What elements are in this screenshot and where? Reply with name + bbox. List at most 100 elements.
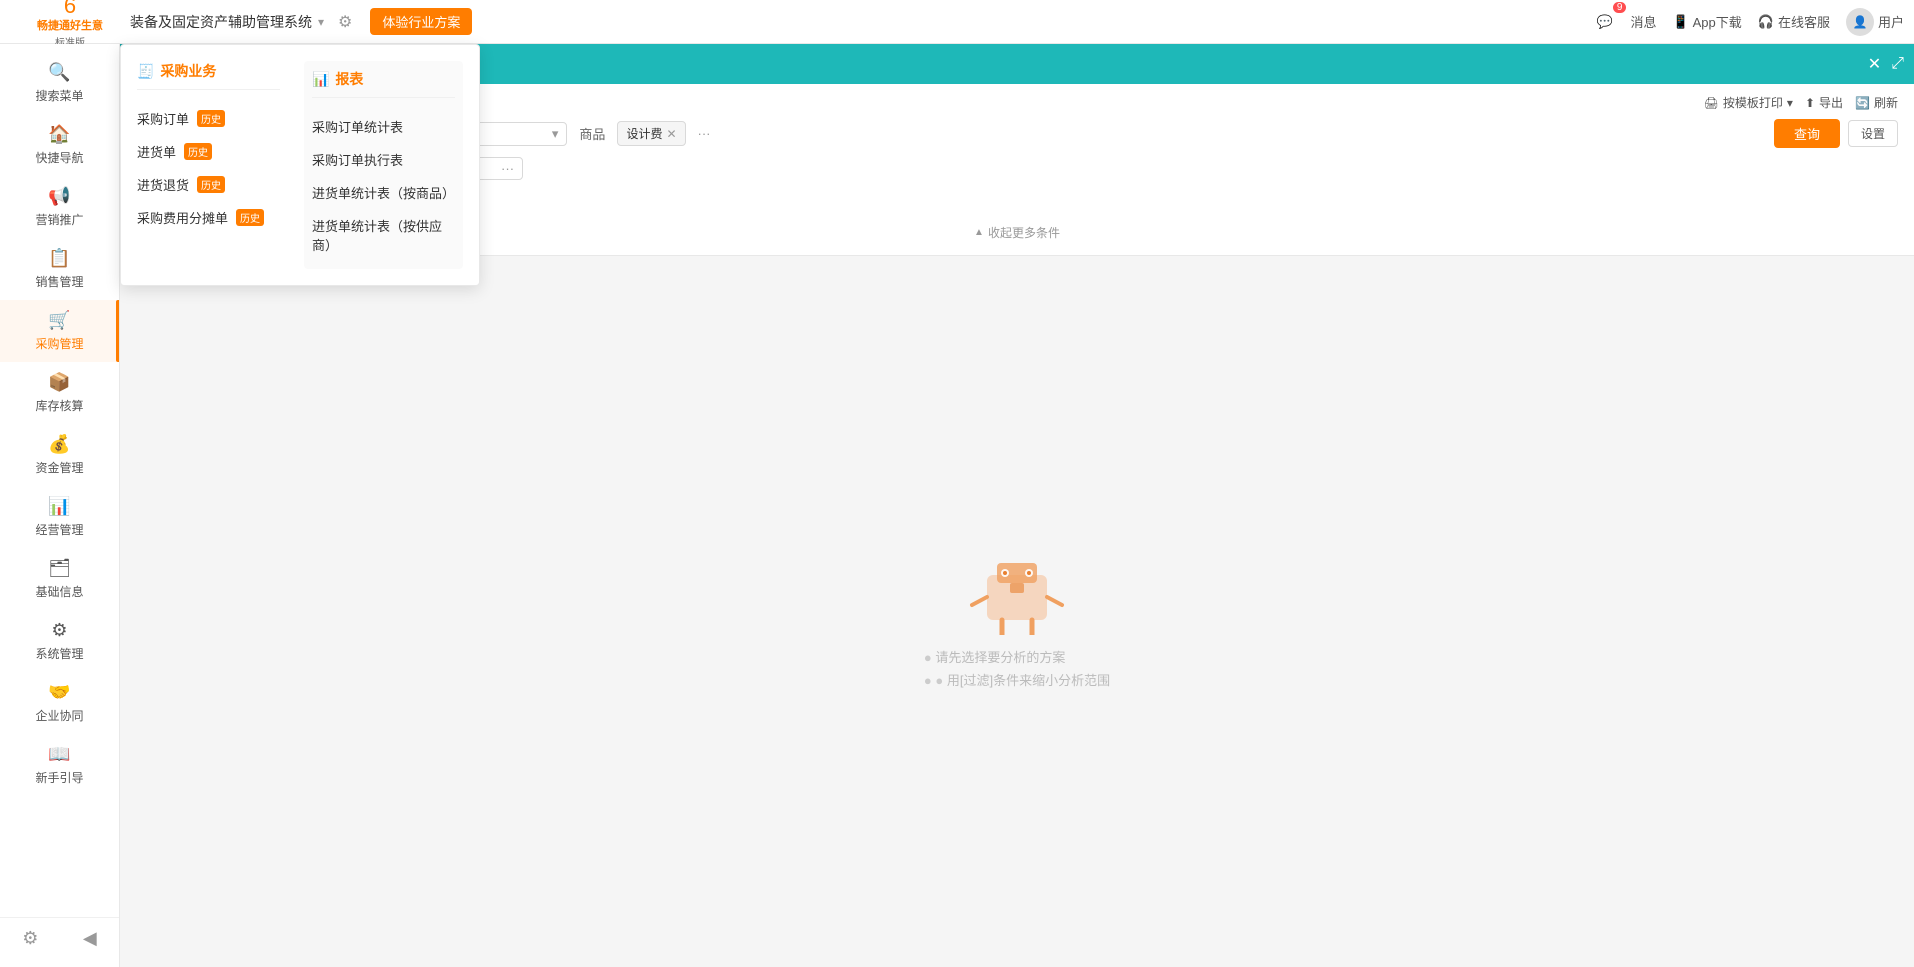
sales-icon: 📋 <box>48 248 70 269</box>
phone-icon: 📱 <box>1672 14 1688 30</box>
sidebar-item-guide[interactable]: 📖 新手引导 <box>0 734 119 796</box>
avatar: 👤 <box>1846 8 1874 36</box>
goods-more-dots[interactable]: ··· <box>698 126 711 141</box>
sidebar-item-quicknav[interactable]: 🏠 快捷导航 <box>0 114 119 176</box>
main-layout: 🔍 搜索菜单 🏠 快捷导航 📢 营销推广 📋 销售管理 🛒 采购管理 📦 库存核… <box>0 44 1914 967</box>
goods-tag-value: 设计费 <box>626 125 662 142</box>
menu-item-purchase-order[interactable]: 采购订单 历史 <box>137 102 280 135</box>
purchase-menu-title: 🧾 采购业务 <box>137 61 280 90</box>
salesperson-dots: ··· <box>501 161 514 176</box>
sidebar-item-system[interactable]: ⚙ 系统管理 <box>0 610 119 672</box>
refresh-label: 刷新 <box>1874 94 1898 111</box>
settings-bottom-icon[interactable]: ⚙ <box>22 928 38 949</box>
collapse-icon: ▲ <box>974 227 984 238</box>
logo-area: 6 畅捷通好生意 标准版 <box>10 0 130 49</box>
settings-btn[interactable]: 设置 <box>1848 120 1898 147</box>
menu-item-purchase-cost[interactable]: 采购费用分摊单 历史 <box>137 201 280 234</box>
message-badge: 9 <box>1613 2 1627 13</box>
tab-right-controls: ✕ ⤢ <box>1868 54 1914 74</box>
menu-label-inbound-stat-supplier: 进货单统计表（按供应商） <box>312 216 455 254</box>
menu-label-inbound-return: 进货退货 <box>137 175 189 194</box>
sidebar: 🔍 搜索菜单 🏠 快捷导航 📢 营销推广 📋 销售管理 🛒 采购管理 📦 库存核… <box>0 44 120 967</box>
inventory-icon: 📦 <box>48 372 70 393</box>
sidebar-item-finance[interactable]: 💰 资金管理 <box>0 424 119 486</box>
sidebar-label-quicknav: 快捷导航 <box>35 149 83 166</box>
goods-tag: 设计费 ✕ <box>617 121 685 146</box>
basicinfo-icon: 🗂 <box>48 558 71 579</box>
menu-label-inbound: 进货单 <box>137 142 176 161</box>
service-label: 在线客服 <box>1778 12 1830 31</box>
query-btn[interactable]: 查询 <box>1774 119 1840 148</box>
menu-item-purchase-order-exec[interactable]: 采购订单执行表 <box>312 143 455 176</box>
report-menu-title: 📊 报表 <box>312 69 455 98</box>
operations-icon: 📊 <box>48 496 70 517</box>
sidebar-item-sales[interactable]: 📋 销售管理 <box>0 238 119 300</box>
search-icon: 🔍 <box>48 62 70 83</box>
sidebar-label-search: 搜索菜单 <box>35 87 83 104</box>
headset-icon: 🎧 <box>1758 14 1774 30</box>
online-service-btn[interactable]: 🎧 在线客服 <box>1758 12 1830 31</box>
sidebar-item-search[interactable]: 🔍 搜索菜单 <box>0 52 119 114</box>
menu-label-purchase-order-stat: 采购订单统计表 <box>312 117 403 136</box>
message-btn[interactable]: 💬 9 消息 <box>1597 12 1657 31</box>
export-icon: ⬆ <box>1805 96 1815 110</box>
system-icon: ⚙ <box>51 620 67 641</box>
app-download-btn[interactable]: 📱 App下载 <box>1672 12 1741 31</box>
collapse-label: 收起更多条件 <box>988 224 1060 241</box>
menu-item-inbound[interactable]: 进货单 历史 <box>137 135 280 168</box>
header-right: 💬 9 消息 📱 App下载 🎧 在线客服 👤 用户 <box>1597 8 1904 36</box>
refresh-btn[interactable]: 🔄 刷新 <box>1855 94 1898 111</box>
sidebar-item-purchase[interactable]: 🛒 采购管理 <box>0 300 119 362</box>
home-icon: 🏠 <box>48 124 70 145</box>
app-label: App下载 <box>1693 12 1742 31</box>
menu-item-inbound-stat-goods[interactable]: 进货单统计表（按商品） <box>312 176 455 209</box>
purchase-menu-col: 🧾 采购业务 采购订单 历史 进货单 历史 进货退货 历史 采购费用分摊单 历史 <box>137 61 280 269</box>
menu-label-purchase-order-exec: 采购订单执行表 <box>312 150 403 169</box>
history-badge-2: 历史 <box>184 143 212 160</box>
menu-label-purchase-order: 采购订单 <box>137 109 189 128</box>
sidebar-item-operations[interactable]: 📊 经营管理 <box>0 486 119 548</box>
collapse-sidebar-icon[interactable]: ◀ <box>83 928 97 949</box>
report-menu-title-icon: 📊 <box>312 71 329 88</box>
empty-illustration <box>962 535 1072 635</box>
sidebar-item-marketing[interactable]: 📢 营销推广 <box>0 176 119 238</box>
system-dropdown-icon[interactable]: ▾ <box>318 15 324 29</box>
cooperation-icon: 🤝 <box>48 682 70 703</box>
marketing-icon: 📢 <box>48 186 70 207</box>
sidebar-item-cooperation[interactable]: 🤝 企业协同 <box>0 672 119 734</box>
action-btns: 查询 设置 <box>1774 119 1898 148</box>
system-title-area: 装备及固定资产辅助管理系统 ▾ ⚙ 体验行业方案 <box>130 8 1597 35</box>
menu-item-inbound-return[interactable]: 进货退货 历史 <box>137 168 280 201</box>
sidebar-label-purchase: 采购管理 <box>35 335 83 352</box>
logo-icon: 6 <box>64 0 76 17</box>
logo-title: 畅捷通好生意 <box>37 17 103 33</box>
system-gear-icon[interactable]: ⚙ <box>338 12 352 32</box>
sidebar-label-sales: 销售管理 <box>35 273 83 290</box>
purchase-menu-title-icon: 🧾 <box>137 63 154 80</box>
print-icon: 🖨 <box>1704 96 1719 110</box>
tab-close-all-icon[interactable]: ✕ <box>1868 54 1881 74</box>
sidebar-item-inventory[interactable]: 📦 库存核算 <box>0 362 119 424</box>
sidebar-item-basicinfo[interactable]: 🗂 基础信息 <box>0 548 119 610</box>
report-menu-col: 📊 报表 采购订单统计表 采购订单执行表 进货单统计表（按商品） 进货单统计表（… <box>304 61 463 269</box>
export-btn[interactable]: ⬆ 导出 <box>1805 94 1843 111</box>
refresh-icon: 🔄 <box>1855 96 1870 110</box>
empty-hint-1: 请先选择要分析的方案 <box>924 647 1110 666</box>
finance-icon: 💰 <box>48 434 70 455</box>
sidebar-label-guide: 新手引导 <box>35 769 83 786</box>
empty-state: 请先选择要分析的方案 ● 用[过滤]条件来缩小分析范围 <box>120 256 1914 967</box>
menu-item-inbound-stat-supplier[interactable]: 进货单统计表（按供应商） <box>312 209 455 261</box>
user-btn[interactable]: 👤 用户 <box>1846 8 1904 36</box>
menu-item-purchase-order-stat[interactable]: 采购订单统计表 <box>312 110 455 143</box>
tab-fullscreen-icon[interactable]: ⤢ <box>1891 55 1904 73</box>
export-label: 导出 <box>1819 94 1843 111</box>
report-menu-title-label: 报表 <box>335 69 363 89</box>
history-badge-1: 历史 <box>197 110 225 127</box>
industry-btn[interactable]: 体验行业方案 <box>370 8 472 35</box>
menu-label-purchase-cost: 采购费用分摊单 <box>137 208 228 227</box>
goods-tag-close[interactable]: ✕ <box>666 127 676 141</box>
sidebar-label-marketing: 营销推广 <box>35 211 83 228</box>
print-label: 按模板打印 <box>1723 94 1783 111</box>
doc-status-dropdown: ▾ <box>552 126 559 142</box>
print-btn[interactable]: 🖨 按模板打印 ▾ <box>1704 94 1793 111</box>
